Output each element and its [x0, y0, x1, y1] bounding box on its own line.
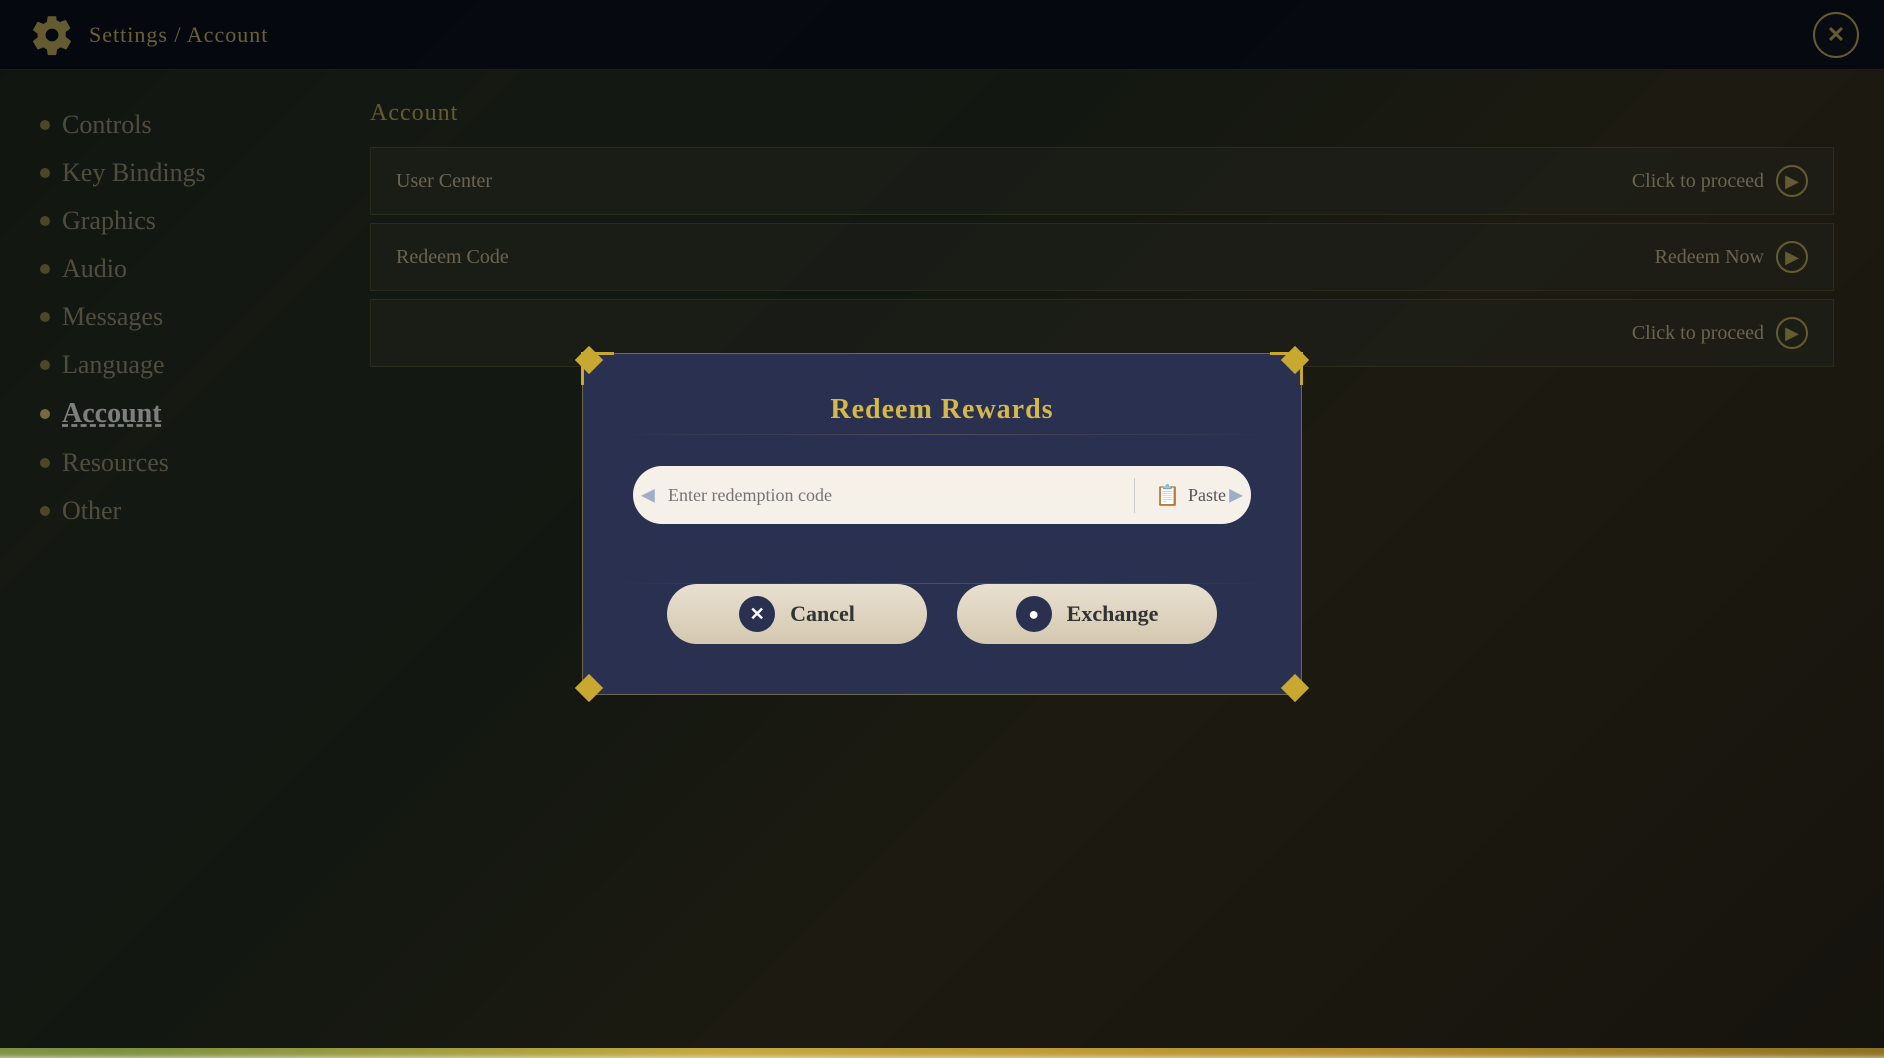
code-input-wrap: ◀ 📋 Paste ▶: [633, 466, 1251, 524]
input-arrow-left-icon: ◀: [641, 485, 655, 506]
redeem-modal: Redeem Rewards ◀ 📋 Paste ▶ ✕ Cancel ● Ex…: [582, 353, 1302, 695]
cancel-label: Cancel: [790, 601, 855, 627]
modal-buttons: ✕ Cancel ● Exchange: [633, 584, 1251, 644]
cancel-button[interactable]: ✕ Cancel: [667, 584, 927, 644]
modal-bottom-line: [613, 583, 1271, 584]
corner-ornament-tl: [575, 346, 603, 374]
exchange-icon: ●: [1016, 596, 1052, 632]
corner-ornament-bl: [575, 674, 603, 702]
paste-icon: 📋: [1155, 483, 1180, 508]
corner-ornament-br: [1281, 674, 1309, 702]
exchange-button[interactable]: ● Exchange: [957, 584, 1217, 644]
modal-title: Redeem Rewards: [633, 394, 1251, 426]
paste-button[interactable]: 📋 Paste: [1145, 478, 1236, 513]
modal-top-line: [613, 434, 1271, 435]
input-arrow-right-icon: ▶: [1229, 485, 1243, 506]
exchange-label: Exchange: [1067, 601, 1159, 627]
cancel-icon: ✕: [739, 596, 775, 632]
paste-label: Paste: [1188, 485, 1226, 506]
redemption-code-input[interactable]: [658, 485, 1124, 506]
corner-ornament-tr: [1281, 346, 1309, 374]
modal-overlay: Redeem Rewards ◀ 📋 Paste ▶ ✕ Cancel ● Ex…: [0, 0, 1884, 1048]
input-divider: [1134, 478, 1135, 513]
